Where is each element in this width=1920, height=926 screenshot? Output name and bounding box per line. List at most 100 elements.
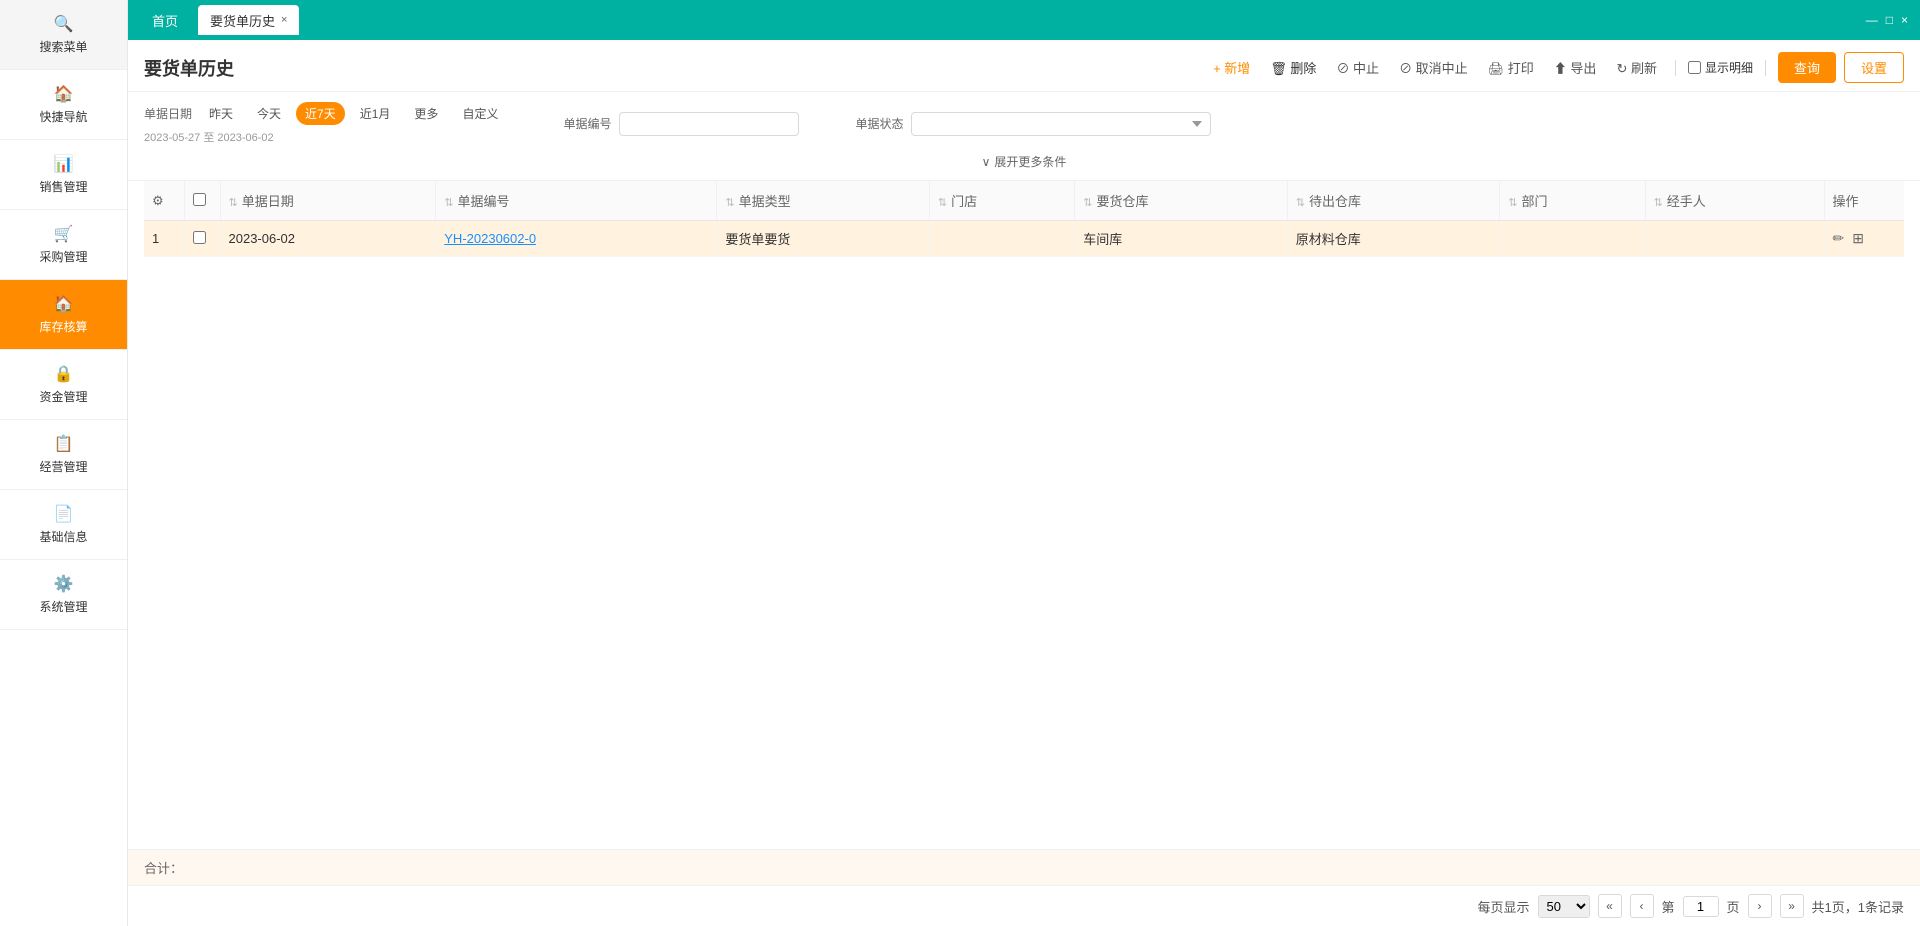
sidebar-item-operations[interactable]: 📋 经营管理: [0, 420, 127, 490]
inventory-icon: 🏠: [54, 294, 74, 314]
sidebar-item-label: 库存核算: [39, 318, 87, 335]
th-req-warehouse[interactable]: 要货仓库: [1075, 181, 1288, 221]
status-select[interactable]: [911, 112, 1211, 136]
query-button[interactable]: 查询: [1778, 52, 1836, 83]
detail-icon[interactable]: ⊞: [1852, 230, 1864, 247]
sales-icon: 📊: [54, 154, 74, 174]
page-label: 第: [1662, 897, 1675, 916]
window-close-icon[interactable]: ×: [1901, 13, 1908, 27]
chevron-down-icon: ∨: [982, 155, 991, 169]
show-detail-label: 显示明细: [1688, 59, 1753, 76]
filter-tag-yesterday[interactable]: 昨天: [200, 102, 242, 125]
pagination: 每页显示 10 20 50 100 « ‹ 第 页 › » 共1页，1条记录: [128, 885, 1920, 926]
th-store[interactable]: 门店: [929, 181, 1074, 221]
tab-home[interactable]: 首页: [140, 5, 190, 35]
window-minimize-icon[interactable]: —: [1866, 13, 1878, 27]
page-number-input[interactable]: [1683, 896, 1719, 917]
data-table: ⚙ 单据日期 单据编号 单据类型 门店 要货仓库 待出仓库 部门 经手人 操: [144, 181, 1904, 257]
th-settings[interactable]: ⚙: [144, 181, 184, 221]
page-size-select[interactable]: 10 20 50 100: [1538, 895, 1590, 918]
next-page-button[interactable]: ›: [1748, 894, 1772, 918]
sidebar-item-label: 资金管理: [39, 388, 87, 405]
sidebar-item-quicknav[interactable]: 🏠 快捷导航: [0, 70, 127, 140]
filter-area: 单据日期 昨天 今天 近7天 近1月 更多 自定义 2023-05-27 至 2…: [128, 92, 1920, 181]
th-handler[interactable]: 经手人: [1645, 181, 1824, 221]
prev-page-button[interactable]: ‹: [1630, 894, 1654, 918]
delete-button[interactable]: 🗑 删除: [1264, 54, 1322, 81]
system-icon: ⚙️: [54, 574, 74, 594]
edit-icon[interactable]: ✏: [1833, 230, 1845, 247]
date-filter-row: 单据日期 昨天 今天 近7天 近1月 更多 自定义: [144, 102, 507, 125]
row-index: 1: [144, 221, 184, 257]
th-doc-type[interactable]: 单据类型: [717, 181, 930, 221]
expand-more-btn[interactable]: ∨ 展开更多条件: [144, 153, 1904, 170]
th-pending-warehouse[interactable]: 待出仓库: [1287, 181, 1500, 221]
first-page-button[interactable]: «: [1598, 894, 1622, 918]
tab-active-label: 要货单历史: [210, 11, 275, 30]
stop-button[interactable]: ⊘ 中止: [1330, 54, 1385, 81]
search-menu-icon: 🔍: [54, 14, 74, 34]
date-range-display: 2023-05-27 至 2023-06-02: [144, 129, 507, 145]
toolbar-divider: [1675, 60, 1676, 76]
show-detail-checkbox[interactable]: [1688, 61, 1701, 74]
sidebar-item-label: 经营管理: [39, 458, 87, 475]
print-button[interactable]: 🖨 打印: [1482, 54, 1540, 81]
topbar: 首页 要货单历史 × — □ ×: [128, 0, 1920, 40]
tab-close-icon[interactable]: ×: [281, 14, 287, 26]
sidebar-item-sales[interactable]: 📊 销售管理: [0, 140, 127, 210]
row-checkbox[interactable]: [193, 231, 206, 244]
filter-tag-today[interactable]: 今天: [248, 102, 290, 125]
refresh-button[interactable]: ↻ 刷新: [1610, 54, 1663, 81]
row-req-warehouse: 车间库: [1075, 221, 1288, 257]
last-page-button[interactable]: »: [1780, 894, 1804, 918]
row-doc-type: 要货单要货: [717, 221, 930, 257]
select-all-checkbox[interactable]: [193, 193, 206, 206]
page-title: 要货单历史: [144, 55, 234, 81]
filter-tag-more[interactable]: 更多: [405, 102, 447, 125]
operations-icon: 📋: [54, 434, 74, 454]
settings-icon[interactable]: ⚙: [152, 193, 164, 208]
table-header-row: ⚙ 单据日期 单据编号 单据类型 门店 要货仓库 待出仓库 部门 经手人 操: [144, 181, 1904, 221]
date-filter-tags: 昨天 今天 近7天 近1月 更多 自定义: [200, 102, 507, 125]
sidebar-item-inventory[interactable]: 🏠 库存核算: [0, 280, 127, 350]
row-doc-date: 2023-06-02: [220, 221, 436, 257]
filter-tag-1month[interactable]: 近1月: [351, 102, 400, 125]
th-department[interactable]: 部门: [1500, 181, 1645, 221]
date-filter-label: 单据日期: [144, 105, 192, 122]
doc-no-link[interactable]: YH-20230602-0: [444, 231, 536, 246]
row-pending-warehouse: 原材料仓库: [1287, 221, 1500, 257]
new-button[interactable]: + 新增: [1207, 54, 1256, 81]
filter-row-1: 单据日期 昨天 今天 近7天 近1月 更多 自定义 2023-05-27 至 2…: [144, 102, 1904, 145]
topbar-right-actions: — □ ×: [1866, 13, 1908, 27]
window-maximize-icon[interactable]: □: [1886, 13, 1893, 27]
sidebar-item-label: 系统管理: [39, 598, 87, 615]
page-header: 要货单历史 + 新增 🗑 删除 ⊘ 中止 ⊘ 取消中止 🖨 打印 ⬆ 导出 ↻ …: [128, 40, 1920, 92]
th-action: 操作: [1824, 181, 1904, 221]
sidebar-item-basic-info[interactable]: 📄 基础信息: [0, 490, 127, 560]
tab-active[interactable]: 要货单历史 ×: [198, 5, 299, 35]
row-doc-no: YH-20230602-0: [436, 221, 717, 257]
sidebar-item-purchase[interactable]: 🛒 采购管理: [0, 210, 127, 280]
doc-no-input[interactable]: [619, 112, 799, 136]
status-label: 单据状态: [855, 115, 903, 132]
sidebar-item-label: 销售管理: [39, 178, 87, 195]
filter-tag-7days[interactable]: 近7天: [296, 102, 345, 125]
quicknav-icon: 🏠: [54, 84, 74, 104]
row-checkbox-cell: [184, 221, 220, 257]
status-filter-group: 单据状态: [855, 112, 1904, 136]
toolbar-divider2: [1765, 60, 1766, 76]
sidebar-item-finance[interactable]: 🔒 资金管理: [0, 350, 127, 420]
export-button[interactable]: ⬆ 导出: [1548, 54, 1603, 81]
table-body: 1 2023-06-02 YH-20230602-0 要货单要货 车间库 原材料…: [144, 221, 1904, 257]
cancel-stop-button[interactable]: ⊘ 取消中止: [1393, 54, 1474, 81]
sidebar: 🔍 搜索菜单 🏠 快捷导航 📊 销售管理 🛒 采购管理 🏠 库存核算 🔒 资金管…: [0, 0, 128, 926]
filter-tag-custom[interactable]: 自定义: [453, 102, 507, 125]
settings-button[interactable]: 设置: [1844, 52, 1904, 83]
sidebar-item-system[interactable]: ⚙️ 系统管理: [0, 560, 127, 630]
row-actions: ✏ ⊞: [1824, 221, 1904, 257]
th-doc-date[interactable]: 单据日期: [220, 181, 436, 221]
th-doc-no[interactable]: 单据编号: [436, 181, 717, 221]
sidebar-item-search[interactable]: 🔍 搜索菜单: [0, 0, 127, 70]
action-icons-group: ✏ ⊞: [1833, 230, 1897, 247]
row-department: [1500, 221, 1645, 257]
